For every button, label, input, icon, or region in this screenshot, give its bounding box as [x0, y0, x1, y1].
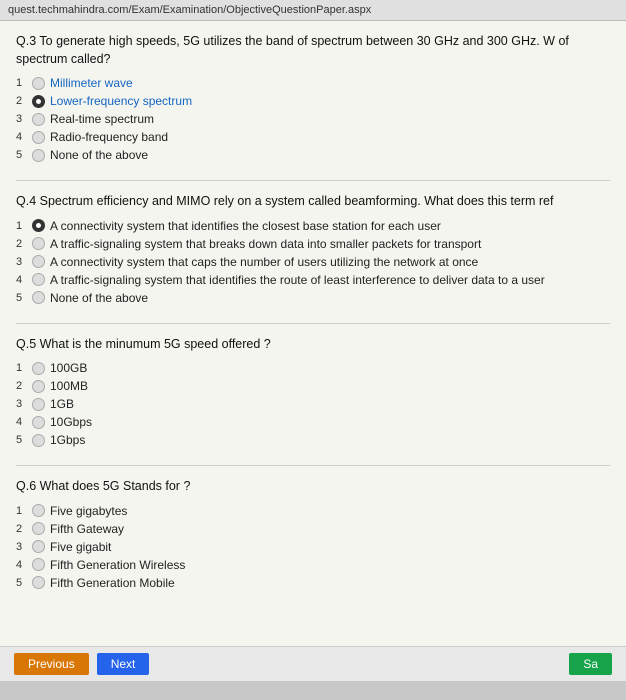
option-label: A traffic-signaling system that breaks d… — [50, 237, 481, 251]
footer-bar: Previous Next Sa — [0, 646, 626, 681]
main-content: Q.3 To generate high speeds, 5G utilizes… — [0, 21, 626, 681]
option-label: Fifth Generation Wireless — [50, 558, 185, 572]
option-number: 2 — [16, 238, 32, 250]
option-number: 5 — [16, 577, 32, 589]
option-label: 100MB — [50, 379, 88, 393]
option-number: 5 — [16, 149, 32, 161]
option-label: 1GB — [50, 397, 74, 411]
radio-button[interactable] — [32, 255, 45, 268]
option-number: 2 — [16, 523, 32, 535]
radio-button[interactable] — [32, 237, 45, 250]
option-number: 1 — [16, 220, 32, 232]
section-divider — [16, 180, 610, 181]
radio-button[interactable] — [32, 558, 45, 571]
radio-button[interactable] — [32, 416, 45, 429]
option-label: Fifth Gateway — [50, 522, 124, 536]
radio-button[interactable] — [32, 273, 45, 286]
option-number: 3 — [16, 398, 32, 410]
option-number: 4 — [16, 559, 32, 571]
radio-button[interactable] — [32, 113, 45, 126]
option-label: 10Gbps — [50, 415, 92, 429]
option-label: 1Gbps — [50, 433, 85, 447]
option-number: 1 — [16, 505, 32, 517]
option-number: 5 — [16, 434, 32, 446]
option-row[interactable]: 1 A connectivity system that identifies t… — [16, 219, 610, 233]
question-block-4: Q.4 Spectrum efficiency and MIMO rely on… — [16, 193, 610, 305]
question-text-Q4: Q.4 Spectrum efficiency and MIMO rely on… — [16, 193, 610, 211]
option-row[interactable]: 1 Millimeter wave — [16, 76, 610, 90]
option-number: 3 — [16, 256, 32, 268]
option-row[interactable]: 3 Real-time spectrum — [16, 112, 610, 126]
option-row[interactable]: 2 100MB — [16, 379, 610, 393]
radio-button[interactable] — [32, 219, 45, 232]
option-number: 4 — [16, 131, 32, 143]
option-label: A connectivity system that caps the numb… — [50, 255, 478, 269]
option-number: 1 — [16, 362, 32, 374]
section-divider — [16, 323, 610, 324]
radio-button[interactable] — [32, 504, 45, 517]
option-number: 1 — [16, 77, 32, 89]
option-row[interactable]: 1 100GB — [16, 361, 610, 375]
option-label: Radio-frequency band — [50, 130, 168, 144]
question-text-Q6: Q.6 What does 5G Stands for ? — [16, 478, 610, 496]
option-label: Real-time spectrum — [50, 112, 154, 126]
option-number: 4 — [16, 416, 32, 428]
option-row[interactable]: 5 None of the above — [16, 148, 610, 162]
option-row[interactable]: 5 None of the above — [16, 291, 610, 305]
option-number: 2 — [16, 95, 32, 107]
option-row[interactable]: 4 10Gbps — [16, 415, 610, 429]
option-number: 3 — [16, 113, 32, 125]
radio-button[interactable] — [32, 434, 45, 447]
option-number: 3 — [16, 541, 32, 553]
question-block-5: Q.5 What is the minumum 5G speed offered… — [16, 336, 610, 448]
option-number: 5 — [16, 292, 32, 304]
radio-button[interactable] — [32, 398, 45, 411]
option-label: 100GB — [50, 361, 87, 375]
option-label: A connectivity system that identifies th… — [50, 219, 441, 233]
radio-button[interactable] — [32, 540, 45, 553]
url-text: quest.techmahindra.com/Exam/Examination/… — [8, 4, 371, 16]
option-label: None of the above — [50, 148, 148, 162]
option-number: 4 — [16, 274, 32, 286]
radio-button[interactable] — [32, 362, 45, 375]
option-label: None of the above — [50, 291, 148, 305]
radio-button[interactable] — [32, 380, 45, 393]
radio-button[interactable] — [32, 291, 45, 304]
option-number: 2 — [16, 380, 32, 392]
option-row[interactable]: 5 Fifth Generation Mobile — [16, 576, 610, 590]
save-button[interactable]: Sa — [569, 653, 612, 675]
browser-address-bar: quest.techmahindra.com/Exam/Examination/… — [0, 0, 626, 21]
option-label: Lower-frequency spectrum — [50, 94, 192, 108]
option-row[interactable]: 4 Radio-frequency band — [16, 130, 610, 144]
radio-button[interactable] — [32, 576, 45, 589]
option-row[interactable]: 2 Fifth Gateway — [16, 522, 610, 536]
previous-button[interactable]: Previous — [14, 653, 89, 675]
next-button[interactable]: Next — [97, 653, 150, 675]
option-row[interactable]: 3 1GB — [16, 397, 610, 411]
option-row[interactable]: 2 Lower-frequency spectrum — [16, 94, 610, 108]
question-text-Q5: Q.5 What is the minumum 5G speed offered… — [16, 336, 610, 354]
option-label: Five gigabytes — [50, 504, 127, 518]
question-block-3: Q.3 To generate high speeds, 5G utilizes… — [16, 33, 610, 162]
radio-button[interactable] — [32, 77, 45, 90]
option-label: Five gigabit — [50, 540, 111, 554]
option-label: Millimeter wave — [50, 76, 133, 90]
option-label: A traffic-signaling system that identifi… — [50, 273, 545, 287]
radio-button[interactable] — [32, 131, 45, 144]
option-row[interactable]: 4 A traffic-signaling system that identif… — [16, 273, 610, 287]
option-row[interactable]: 5 1Gbps — [16, 433, 610, 447]
radio-button[interactable] — [32, 149, 45, 162]
option-row[interactable]: 1 Five gigabytes — [16, 504, 610, 518]
option-row[interactable]: 4 Fifth Generation Wireless — [16, 558, 610, 572]
radio-button[interactable] — [32, 522, 45, 535]
option-label: Fifth Generation Mobile — [50, 576, 175, 590]
option-row[interactable]: 2 A traffic-signaling system that breaks … — [16, 237, 610, 251]
section-divider — [16, 465, 610, 466]
option-row[interactable]: 3 Five gigabit — [16, 540, 610, 554]
radio-button[interactable] — [32, 95, 45, 108]
option-row[interactable]: 3 A connectivity system that caps the num… — [16, 255, 610, 269]
question-text-Q3: Q.3 To generate high speeds, 5G utilizes… — [16, 33, 610, 68]
question-block-6: Q.6 What does 5G Stands for ? 1 Five gigab… — [16, 478, 610, 590]
